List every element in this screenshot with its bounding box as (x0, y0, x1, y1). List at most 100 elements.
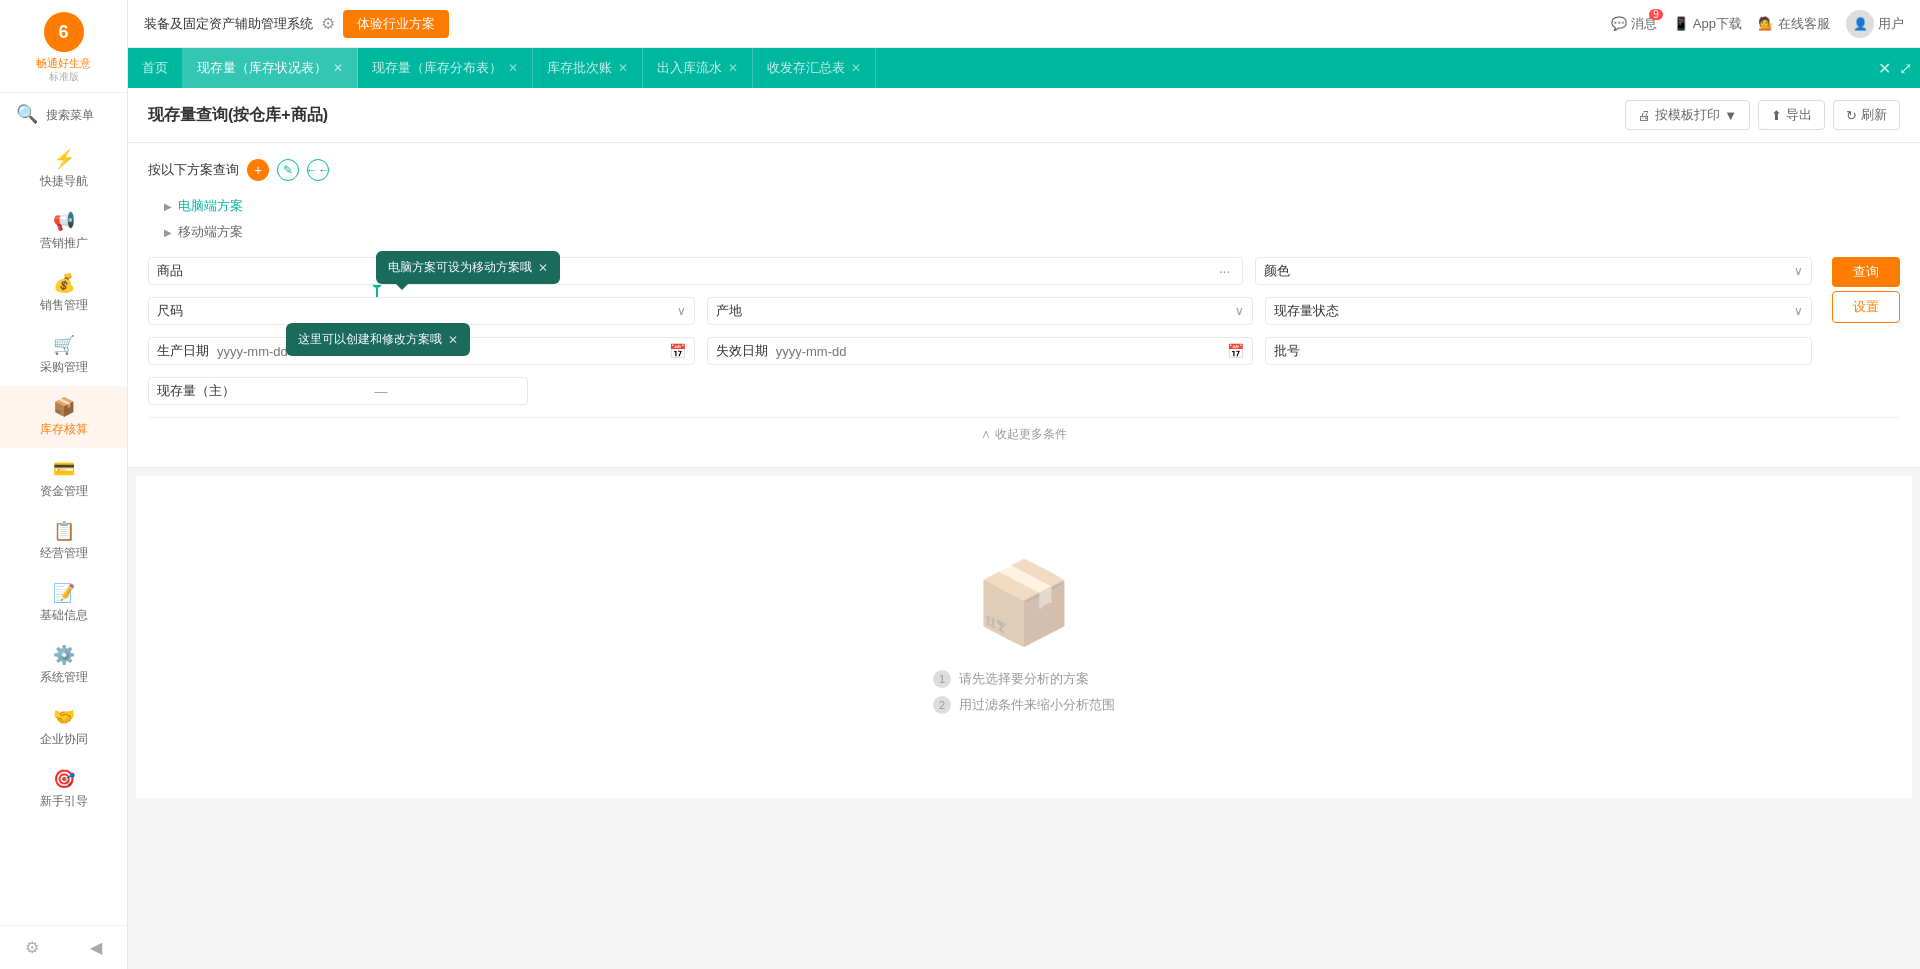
pc-tooltip-close-btn[interactable]: ✕ (538, 261, 548, 275)
tip-number-1: 1 (933, 670, 951, 688)
avatar: 👤 (1846, 10, 1874, 38)
online-support-btn[interactable]: 💁 在线客服 (1758, 15, 1830, 33)
scheme-item-label: 电脑端方案 (178, 197, 243, 215)
refresh-btn[interactable]: ↻ 刷新 (1833, 100, 1900, 130)
header-left: 装备及固定资产辅助管理系统 ⚙ 体验行业方案 (144, 10, 449, 38)
sidebar-item-system[interactable]: ⚙️ 系统管理 (0, 634, 127, 696)
sidebar-item-inventory[interactable]: 📦 库存核算 (0, 386, 127, 448)
batch-no-input[interactable] (1308, 344, 1803, 359)
exp-date-calendar-icon[interactable]: 📅 (1227, 343, 1244, 359)
set-btn[interactable]: 设置 (1832, 291, 1900, 323)
user-btn[interactable]: 👤 用户 (1846, 10, 1904, 38)
scheme-list: ▶ 电脑端方案 ▶ 移动端方案 (164, 193, 1900, 245)
tab-close-inout-flow[interactable]: ✕ (728, 61, 738, 75)
mobile-icon: 📱 (1673, 16, 1689, 31)
sidebar-item-operation[interactable]: 📋 经营管理 (0, 510, 127, 572)
tip-text-2: 用过滤条件来缩小分析范围 (959, 692, 1115, 718)
filter-field-goods[interactable]: 商品 ··· (148, 257, 1243, 285)
scheme-item-pc[interactable]: ▶ 电脑端方案 (164, 193, 1900, 219)
stock-main-min-input[interactable] (243, 384, 371, 399)
sidebar-item-label: 新手引导 (40, 793, 88, 810)
prod-date-calendar-icon[interactable]: 📅 (669, 343, 686, 359)
message-icon: 💬 (1611, 16, 1627, 31)
sidebar-item-marketing[interactable]: 📢 营销推广 (0, 200, 127, 262)
filter-batch-no[interactable]: 批号 (1265, 337, 1812, 365)
filter-exp-date[interactable]: 失效日期 📅 (707, 337, 1254, 365)
collapse-sidebar-btn[interactable]: ◀ (90, 938, 102, 957)
sidebar-item-label: 经营管理 (40, 545, 88, 562)
export-btn[interactable]: ⬆ 导出 (1758, 100, 1825, 130)
scheme-tooltip-close-btn[interactable]: ✕ (448, 333, 458, 347)
filter-field-size[interactable]: 尺码 ∨ (148, 297, 695, 325)
filter-field-stock-status[interactable]: 现存量状态 ∨ (1265, 297, 1812, 325)
tab-home[interactable]: 首页 (128, 48, 183, 88)
origin-arrow-icon: ∨ (1235, 304, 1244, 318)
enterprise-icon: 🤝 (53, 706, 75, 728)
sidebar-item-label: 销售管理 (40, 297, 88, 314)
exp-date-input[interactable] (776, 344, 1224, 359)
color-arrow-icon: ∨ (1794, 264, 1803, 278)
dropdown-arrow-icon: ▼ (1724, 108, 1737, 123)
sidebar-item-finance[interactable]: 💳 资金管理 (0, 448, 127, 510)
app-download-btn[interactable]: 📱 App下载 (1673, 15, 1742, 33)
support-icon: 💁 (1758, 16, 1774, 31)
collapse-arrow-icon: ∧ (981, 427, 991, 441)
tab-close-batch-account[interactable]: ✕ (618, 61, 628, 75)
create-scheme-tooltip: 这里可以创建和修改方案哦 ✕ (286, 323, 470, 356)
export-icon: ⬆ (1771, 108, 1782, 123)
sidebar-item-search[interactable]: 🔍 搜索菜单 (0, 93, 127, 138)
top-header: 装备及固定资产辅助管理系统 ⚙ 体验行业方案 💬 消息 9 📱 App下载 💁 … (128, 0, 1920, 48)
scheme-item-mobile[interactable]: ▶ 移动端方案 (164, 219, 1900, 245)
tab-bar: 首页 现存量（库存状况表） ✕ 现存量（库存分布表） ✕ 库存批次账 ✕ 出入库… (128, 48, 1920, 88)
stock-range-separator: — (375, 384, 388, 399)
system-title: 装备及固定资产辅助管理系统 (144, 15, 313, 33)
scheme-arrow-icon: ▶ (164, 201, 172, 212)
message-btn[interactable]: 💬 消息 9 (1611, 15, 1657, 33)
message-badge: 9 (1649, 9, 1663, 20)
scheme-arrow-icon: ▶ (164, 227, 172, 238)
settings-footer-btn[interactable]: ⚙ (25, 938, 39, 957)
tab-inventory-dist[interactable]: 现存量（库存分布表） ✕ (358, 48, 533, 88)
tab-close-inventory-dist[interactable]: ✕ (508, 61, 518, 75)
filter-field-origin[interactable]: 产地 ∨ (707, 297, 1254, 325)
sidebar-item-purchase[interactable]: 🛒 采购管理 (0, 324, 127, 386)
sidebar-item-guide[interactable]: 🎯 新手引导 (0, 758, 127, 820)
tab-recv-send[interactable]: 收发存汇总表 ✕ (753, 48, 876, 88)
filter-stock-main[interactable]: 现存量（主） — (148, 377, 528, 405)
template-print-btn[interactable]: 🖨 按模板打印 ▼ (1625, 100, 1750, 130)
filter-row-2: 尺码 ∨ 产地 ∨ 现存量状态 ∨ (148, 297, 1812, 325)
sidebar-item-basic[interactable]: 📝 基础信息 (0, 572, 127, 634)
sidebar-item-quicknav[interactable]: ⚡ 快捷导航 (0, 138, 127, 200)
collapse-bar[interactable]: ∧ 收起更多条件 (148, 417, 1900, 451)
user-label: 用户 (1878, 15, 1904, 33)
tab-inout-flow[interactable]: 出入库流水 ✕ (643, 48, 753, 88)
tab-maximize-btn[interactable]: ⤢ (1899, 59, 1912, 78)
sidebar-item-label: 搜索菜单 (46, 107, 94, 124)
sidebar-item-sales[interactable]: 💰 销售管理 (0, 262, 127, 324)
tab-close-inventory-status[interactable]: ✕ (333, 61, 343, 75)
tab-close-recv-send[interactable]: ✕ (851, 61, 861, 75)
tab-inventory-status[interactable]: 现存量（库存状况表） ✕ (183, 48, 358, 88)
filter-field-color[interactable]: 颜色 ∨ (1255, 257, 1812, 285)
filter-arrow-btn[interactable]: ←← (307, 159, 329, 181)
gear-icon[interactable]: ⚙ (321, 14, 335, 33)
sidebar-item-enterprise[interactable]: 🤝 企业协同 (0, 696, 127, 758)
trial-btn[interactable]: 体验行业方案 (343, 10, 449, 38)
online-support-label: 在线客服 (1778, 15, 1830, 33)
empty-illustration: 📦 (974, 556, 1074, 650)
filter-label: 按以下方案查询 (148, 161, 239, 179)
goods-label: 商品 (157, 262, 1215, 280)
filter-add-btn[interactable]: + (247, 159, 269, 181)
purchase-icon: 🛒 (53, 334, 75, 356)
sidebar-item-label: 基础信息 (40, 607, 88, 624)
page-actions: 🖨 按模板打印 ▼ ⬆ 导出 ↻ 刷新 (1625, 100, 1900, 130)
tab-batch-account[interactable]: 库存批次账 ✕ (533, 48, 643, 88)
filter-edit-btn[interactable]: ✎ (277, 159, 299, 181)
filter-header: 按以下方案查询 + ✎ ←← (148, 159, 1900, 181)
operation-icon: 📋 (53, 520, 75, 542)
batch-no-label: 批号 (1274, 342, 1300, 360)
tab-close-all-btn[interactable]: ✕ (1878, 59, 1891, 78)
prod-date-label: 生产日期 (157, 342, 209, 360)
search-btn[interactable]: 查询 (1832, 257, 1900, 287)
stock-main-max-input[interactable] (392, 384, 520, 399)
